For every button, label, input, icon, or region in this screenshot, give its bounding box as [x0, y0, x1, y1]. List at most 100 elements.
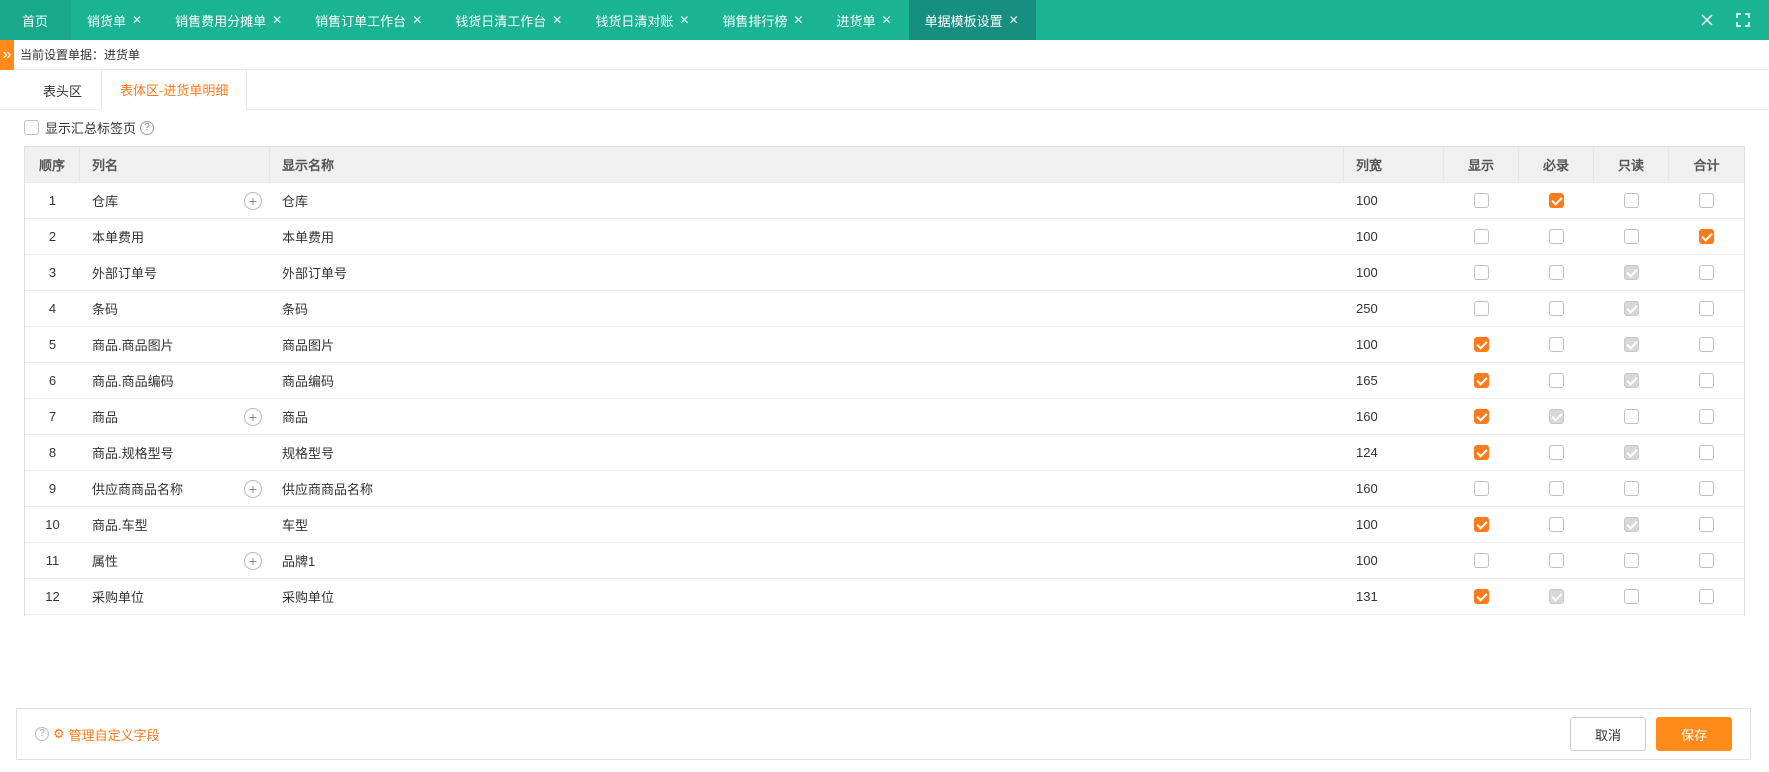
close-all-icon[interactable]	[1689, 0, 1725, 40]
checkbox[interactable]	[1474, 589, 1489, 604]
checkbox[interactable]	[1624, 481, 1639, 496]
grid-body[interactable]: 1仓库+仓库1002本单费用本单费用1003外部订单号外部订单号1004条码条码…	[25, 183, 1744, 616]
section-tab[interactable]: 表头区	[24, 70, 101, 110]
save-button[interactable]: 保存	[1656, 717, 1732, 751]
cell-display-name[interactable]: 数量	[270, 615, 1344, 616]
help-icon[interactable]: ?	[140, 121, 154, 135]
table-row[interactable]: 9供应商商品名称+供应商商品名称160	[25, 471, 1744, 507]
checkbox[interactable]	[1549, 553, 1564, 568]
checkbox[interactable]	[1549, 265, 1564, 280]
add-icon[interactable]: +	[244, 192, 262, 210]
cell-display-name[interactable]: 条码	[270, 291, 1344, 327]
cell-display-name[interactable]: 外部订单号	[270, 255, 1344, 291]
top-tab[interactable]: 进货单✕	[820, 0, 908, 40]
cancel-button[interactable]: 取消	[1570, 717, 1646, 751]
table-row[interactable]: 1仓库+仓库100	[25, 183, 1744, 219]
manage-custom-fields-link[interactable]: 管理自定义字段	[69, 725, 160, 744]
table-row[interactable]: 10商品.车型车型100	[25, 507, 1744, 543]
cell-display-name[interactable]: 商品图片	[270, 327, 1344, 363]
top-tab[interactable]: 销售排行榜✕	[706, 0, 820, 40]
checkbox[interactable]	[1474, 373, 1489, 388]
checkbox[interactable]	[1474, 409, 1489, 424]
checkbox[interactable]	[1699, 517, 1714, 532]
cell-width[interactable]: 160	[1344, 399, 1444, 435]
cell-display-name[interactable]: 商品编码	[270, 363, 1344, 399]
top-tab[interactable]: 销售订单工作台✕	[299, 0, 439, 40]
col-header-width[interactable]: 列宽	[1344, 147, 1444, 183]
table-row[interactable]: 13数量公式设置数量100	[25, 615, 1744, 616]
col-header-sum[interactable]: 合计	[1669, 147, 1744, 183]
cell-width[interactable]: 250	[1344, 291, 1444, 327]
cell-width[interactable]: 100	[1344, 183, 1444, 219]
checkbox[interactable]	[1699, 409, 1714, 424]
checkbox[interactable]	[1699, 589, 1714, 604]
close-icon[interactable]: ✕	[552, 13, 562, 27]
checkbox[interactable]	[1699, 373, 1714, 388]
show-summary-tab-input[interactable]	[24, 120, 39, 135]
table-row[interactable]: 7商品+商品160	[25, 399, 1744, 435]
checkbox[interactable]	[1549, 373, 1564, 388]
close-icon[interactable]: ✕	[793, 13, 803, 27]
cell-width[interactable]: 131	[1344, 579, 1444, 615]
col-header-index[interactable]: 顺序	[25, 147, 80, 183]
fullscreen-icon[interactable]	[1725, 0, 1761, 40]
checkbox[interactable]	[1624, 229, 1639, 244]
col-header-required[interactable]: 必录	[1519, 147, 1594, 183]
checkbox[interactable]	[1624, 409, 1639, 424]
col-header-readonly[interactable]: 只读	[1594, 147, 1669, 183]
help-icon[interactable]: ?	[35, 727, 49, 741]
checkbox[interactable]	[1549, 337, 1564, 352]
cell-display-name[interactable]: 供应商商品名称	[270, 471, 1344, 507]
cell-display-name[interactable]: 本单费用	[270, 219, 1344, 255]
checkbox[interactable]	[1699, 337, 1714, 352]
checkbox[interactable]	[1474, 193, 1489, 208]
cell-width[interactable]: 160	[1344, 471, 1444, 507]
col-header-display[interactable]: 显示名称	[270, 147, 1344, 183]
col-header-show[interactable]: 显示	[1444, 147, 1519, 183]
checkbox[interactable]	[1474, 265, 1489, 280]
table-row[interactable]: 2本单费用本单费用100	[25, 219, 1744, 255]
checkbox[interactable]	[1549, 481, 1564, 496]
checkbox[interactable]	[1549, 193, 1564, 208]
top-tab[interactable]: 首页	[0, 0, 71, 40]
top-tab[interactable]: 钱货日清对账✕	[579, 0, 706, 40]
checkbox[interactable]	[1549, 301, 1564, 316]
col-header-name[interactable]: 列名	[80, 147, 270, 183]
table-row[interactable]: 6商品.商品编码商品编码165	[25, 363, 1744, 399]
table-row[interactable]: 3外部订单号外部订单号100	[25, 255, 1744, 291]
cell-display-name[interactable]: 商品	[270, 399, 1344, 435]
add-icon[interactable]: +	[244, 480, 262, 498]
checkbox[interactable]	[1474, 337, 1489, 352]
cell-display-name[interactable]: 仓库	[270, 183, 1344, 219]
cell-width[interactable]: 100	[1344, 507, 1444, 543]
checkbox[interactable]	[1474, 481, 1489, 496]
cell-display-name[interactable]: 规格型号	[270, 435, 1344, 471]
checkbox[interactable]	[1549, 229, 1564, 244]
checkbox[interactable]	[1699, 553, 1714, 568]
add-icon[interactable]: +	[244, 552, 262, 570]
cell-width[interactable]: 124	[1344, 435, 1444, 471]
checkbox[interactable]	[1474, 553, 1489, 568]
checkbox[interactable]	[1624, 193, 1639, 208]
close-icon[interactable]: ✕	[412, 13, 422, 27]
cell-width[interactable]: 100	[1344, 327, 1444, 363]
checkbox[interactable]	[1474, 445, 1489, 460]
cell-width[interactable]: 100	[1344, 219, 1444, 255]
expand-icon[interactable]: »	[0, 40, 14, 70]
cell-width[interactable]: 100	[1344, 615, 1444, 616]
checkbox[interactable]	[1474, 301, 1489, 316]
cell-display-name[interactable]: 车型	[270, 507, 1344, 543]
close-icon[interactable]: ✕	[132, 13, 142, 27]
top-tab[interactable]: 销售费用分摊单✕	[159, 0, 299, 40]
add-icon[interactable]: +	[244, 408, 262, 426]
cell-width[interactable]: 100	[1344, 255, 1444, 291]
table-row[interactable]: 12采购单位采购单位131	[25, 579, 1744, 615]
show-summary-tab-checkbox[interactable]: 显示汇总标签页	[24, 118, 136, 137]
cell-display-name[interactable]: 采购单位	[270, 579, 1344, 615]
close-icon[interactable]: ✕	[272, 13, 282, 27]
checkbox[interactable]	[1699, 481, 1714, 496]
close-icon[interactable]: ✕	[882, 13, 892, 27]
top-tab[interactable]: 单据模板设置✕	[909, 0, 1036, 40]
checkbox[interactable]	[1624, 589, 1639, 604]
cell-display-name[interactable]: 品牌1	[270, 543, 1344, 579]
